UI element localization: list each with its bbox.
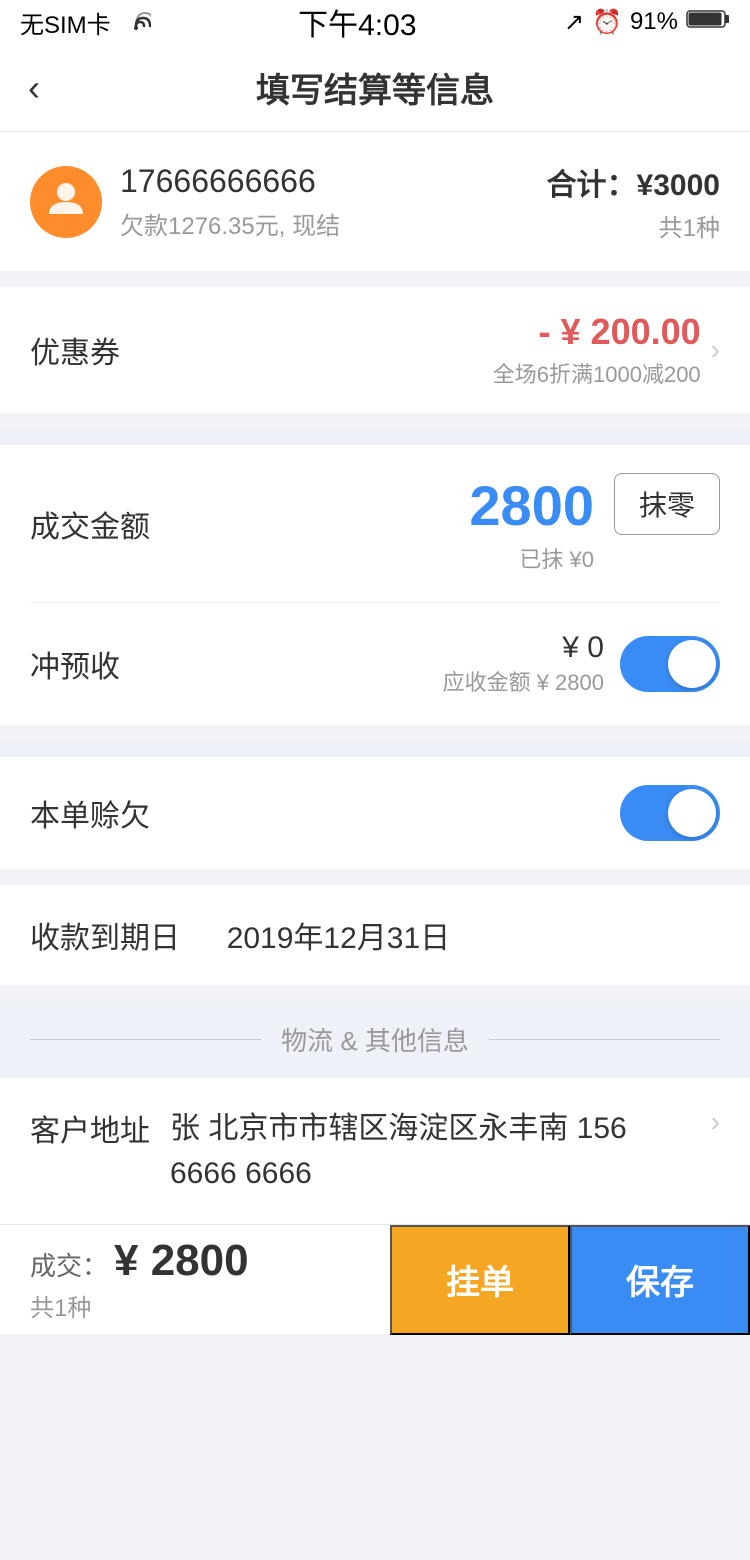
no-sim-text: 无SIM卡	[20, 5, 111, 40]
total-count: 共1种	[547, 208, 720, 243]
deal-amount-right: 2800 已抹 ¥0 抹零	[469, 473, 720, 574]
customer-debt: 欠款1276.35元, 现结	[120, 206, 340, 241]
debt-label: 本单赊欠	[30, 791, 150, 835]
bottom-total-amount: ¥ 2800	[114, 1236, 249, 1286]
coupon-amount: - ¥ 200.00	[493, 311, 701, 353]
back-button[interactable]: ‹	[28, 67, 40, 109]
deal-amount-row: 成交金额 2800 已抹 ¥0 抹零	[30, 445, 720, 602]
alarm-icon: ⏰	[592, 8, 622, 37]
due-date-label: 收款到期日 2019年12月31日	[30, 922, 450, 955]
wifi-icon	[121, 8, 151, 37]
avatar	[30, 166, 102, 238]
logistics-label: 物流 & 其他信息	[281, 1021, 469, 1058]
divider-line-right	[489, 1039, 720, 1040]
status-bar: 无SIM卡 下午4:03 ↗ ⏰ 91%	[0, 0, 750, 44]
coupon-label: 优惠券	[30, 328, 120, 372]
due-date-card: 收款到期日 2019年12月31日	[0, 885, 750, 985]
page-title: 填写结算等信息	[256, 63, 494, 112]
prepayment-label: 冲预收	[30, 642, 120, 686]
customer-info: 17666666666 欠款1276.35元, 现结	[120, 163, 340, 241]
address-chevron: ›	[711, 1106, 720, 1138]
divider-1	[0, 429, 750, 445]
coupon-chevron: ›	[711, 334, 720, 366]
prepayment-right: ¥ 0 应收金额 ¥ 2800	[443, 631, 720, 697]
prepayment-sub: 应收金额 ¥ 2800	[443, 665, 604, 697]
content-area: 17666666666 欠款1276.35元, 现结 合计：¥3000 共1种 …	[0, 132, 750, 1560]
customer-left: 17666666666 欠款1276.35元, 现结	[30, 163, 340, 241]
divider-2	[0, 741, 750, 757]
due-date-spacer	[188, 922, 218, 955]
debt-toggle[interactable]	[620, 785, 720, 841]
prepayment-row: 冲预收 ¥ 0 应收金额 ¥ 2800	[30, 602, 720, 725]
total-amount: 合计：¥3000	[547, 160, 720, 204]
coupon-right: - ¥ 200.00 全场6折满1000减200 ›	[493, 311, 720, 389]
round-button[interactable]: 抹零	[614, 473, 720, 535]
status-left: 无SIM卡	[20, 5, 151, 40]
amount-col: 2800 已抹 ¥0	[469, 473, 594, 574]
prepayment-value-col: ¥ 0 应收金额 ¥ 2800	[443, 631, 604, 697]
debt-row: 本单赊欠	[0, 757, 750, 869]
customer-card: 17666666666 欠款1276.35元, 现结 合计：¥3000 共1种	[0, 132, 750, 271]
bottom-count: 共1种	[30, 1288, 360, 1323]
amount-section: 成交金额 2800 已抹 ¥0 抹零 冲预收 ¥ 0 应收金额 ¥ 2800	[0, 445, 750, 725]
customer-phone: 17666666666	[120, 163, 340, 200]
coupon-top: 优惠券 - ¥ 200.00 全场6折满1000减200 ›	[30, 311, 720, 389]
toggle-knob	[668, 640, 716, 688]
prepayment-value: ¥ 0	[443, 631, 604, 665]
address-label: 客户地址	[30, 1106, 150, 1150]
due-date-value: 2019年12月31日	[227, 922, 450, 955]
bottom-bar: 成交： ¥ 2800 共1种 挂单 保存	[0, 1224, 750, 1334]
hang-button[interactable]: 挂单	[390, 1225, 570, 1335]
status-right: ↗ ⏰ 91%	[564, 8, 730, 37]
bottom-total-label: 成交：	[30, 1246, 108, 1283]
debt-card: 本单赊欠	[0, 757, 750, 869]
address-card[interactable]: 客户地址 张 北京市市辖区海淀区永丰南 156 6666 6666 ›	[0, 1078, 750, 1224]
battery-text: 91%	[630, 8, 678, 36]
deal-amount-label: 成交金额	[30, 502, 150, 546]
coupon-card[interactable]: 优惠券 - ¥ 200.00 全场6折满1000减200 ›	[0, 287, 750, 413]
divider-line-left	[30, 1039, 261, 1040]
back-icon: ‹	[28, 67, 40, 108]
due-date-key: 收款到期日	[30, 922, 180, 955]
avatar-icon	[45, 176, 87, 227]
address-value: 张 北京市市辖区海淀区永丰南 156 6666 6666	[170, 1106, 701, 1196]
battery-icon	[686, 8, 730, 37]
deal-amount-sub: 已抹 ¥0	[519, 542, 594, 574]
customer-row: 17666666666 欠款1276.35元, 现结 合计：¥3000 共1种	[0, 132, 750, 271]
coupon-desc: 全场6折满1000减200	[493, 357, 701, 389]
prepayment-toggle[interactable]	[620, 636, 720, 692]
bottom-left: 成交： ¥ 2800 共1种	[0, 1236, 390, 1323]
customer-right: 合计：¥3000 共1种	[547, 160, 720, 243]
nav-bar: ‹ 填写结算等信息	[0, 44, 750, 132]
status-time: 下午4:03	[298, 0, 416, 44]
deal-amount-value: 2800	[469, 473, 594, 538]
location-icon: ↗	[564, 8, 584, 37]
save-button[interactable]: 保存	[570, 1225, 750, 1335]
logistics-divider: 物流 & 其他信息	[0, 1001, 750, 1078]
debt-toggle-knob	[668, 789, 716, 837]
